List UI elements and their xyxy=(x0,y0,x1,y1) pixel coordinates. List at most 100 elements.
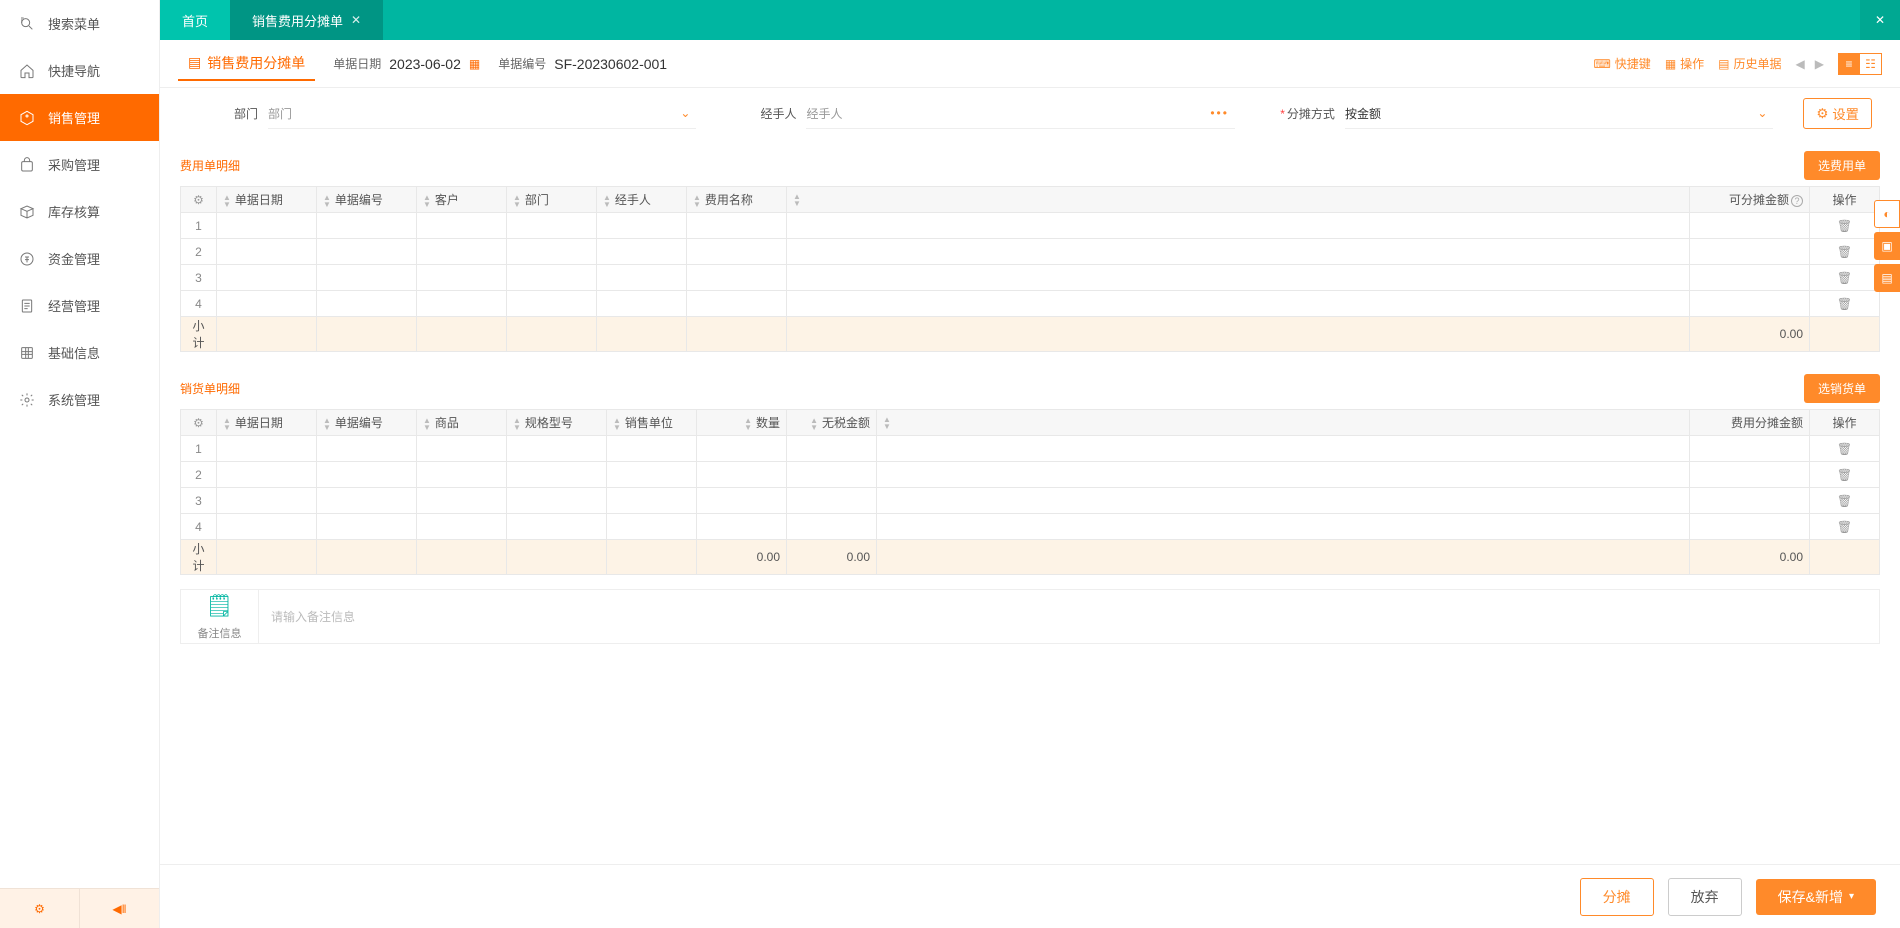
sort-icon: ▲▼ xyxy=(744,417,752,431)
table-row[interactable]: 3🗑 xyxy=(181,265,1880,291)
save-new-button[interactable]: 保存&新增▾ xyxy=(1756,879,1876,915)
ops-link[interactable]: ▦操作 xyxy=(1665,55,1704,72)
delete-row-button[interactable]: 🗑 xyxy=(1810,213,1880,239)
remark-input[interactable]: 请输入备注信息 xyxy=(259,590,1879,643)
delete-row-button[interactable]: 🗑 xyxy=(1810,436,1880,462)
collapse-icon: ◀‖ xyxy=(112,902,126,916)
gear-icon: ⚙ xyxy=(34,902,45,916)
col-feename[interactable]: ▲▼费用名称 xyxy=(687,187,787,213)
sidebar-collapse-button[interactable]: ◀‖ xyxy=(79,889,159,928)
sidebar-item-label: 库存核算 xyxy=(48,202,100,221)
sort-icon: ▲▼ xyxy=(793,193,801,207)
method-field[interactable]: *分摊方式 按金额⌄ xyxy=(1265,99,1773,129)
dock-item-1[interactable]: ◐ xyxy=(1874,200,1900,228)
nav-prev-button[interactable]: ◀ xyxy=(1796,57,1805,71)
sales-section: 销货单明细 选销货单 ⚙ ▲▼单据日期 ▲▼单据编号 ▲▼商品 ▲▼规格型号 ▲… xyxy=(160,366,1900,575)
history-link[interactable]: ▤历史单据 xyxy=(1718,55,1781,72)
col-dept[interactable]: ▲▼部门 xyxy=(507,187,597,213)
view-list-button[interactable]: ≡ xyxy=(1838,53,1860,75)
discard-button[interactable]: 放弃 xyxy=(1668,878,1742,916)
side-dock: ◐ ▣ ▤ xyxy=(1874,200,1900,292)
select-fee-button[interactable]: 选费用单 xyxy=(1804,151,1880,180)
hotkey-link[interactable]: ⌨快捷键 xyxy=(1593,55,1650,72)
col-no[interactable]: ▲▼单据编号 xyxy=(317,187,417,213)
chevron-down-icon: ⌄ xyxy=(680,106,690,120)
sidebar-item-quicknav[interactable]: 快捷导航 xyxy=(0,47,159,94)
delete-row-button[interactable]: 🗑 xyxy=(1810,239,1880,265)
gear-icon[interactable]: ⚙ xyxy=(181,187,217,213)
tabbar-close-button[interactable]: ✕ xyxy=(1860,0,1900,40)
sort-icon: ▲▼ xyxy=(513,417,521,431)
col-date[interactable]: ▲▼单据日期 xyxy=(217,410,317,436)
table-row[interactable]: 3🗑 xyxy=(181,488,1880,514)
col-spec[interactable]: ▲▼规格型号 xyxy=(507,410,607,436)
col-product[interactable]: ▲▼商品 xyxy=(417,410,507,436)
field-value: 2023-06-02 xyxy=(389,56,461,72)
col-notax-amount[interactable]: ▲▼无税金额 xyxy=(787,410,877,436)
page-title: ▤ 销售费用分摊单 xyxy=(178,47,315,81)
table-row[interactable]: 2🗑 xyxy=(181,462,1880,488)
col-allocated-amount[interactable]: 费用分摊金额 xyxy=(1690,410,1810,436)
table-row[interactable]: 4🗑 xyxy=(181,514,1880,540)
close-icon[interactable]: ✕ xyxy=(351,13,361,27)
sales-section-title: 销货单明细 xyxy=(180,380,240,397)
sidebar-item-business[interactable]: 经营管理 xyxy=(0,282,159,329)
delete-row-button[interactable]: 🗑 xyxy=(1810,488,1880,514)
doc-date-field[interactable]: 单据日期 2023-06-02 ▦ xyxy=(333,55,480,72)
dock-item-2[interactable]: ▣ xyxy=(1874,232,1900,260)
sidebar-item-funds[interactable]: 资金管理 xyxy=(0,235,159,282)
sidebar-settings-button[interactable]: ⚙ xyxy=(0,889,79,928)
sidebar-item-inventory[interactable]: 库存核算 xyxy=(0,188,159,235)
delete-row-button[interactable]: 🗑 xyxy=(1810,514,1880,540)
col-qty[interactable]: ▲▼数量 xyxy=(697,410,787,436)
sort-icon: ▲▼ xyxy=(693,194,701,208)
help-icon[interactable]: ? xyxy=(1791,195,1803,207)
allocate-button[interactable]: 分摊 xyxy=(1580,878,1654,916)
sidebar-item-purchase[interactable]: 采购管理 xyxy=(0,141,159,188)
tab-home[interactable]: 首页 xyxy=(160,0,230,40)
chevron-down-icon: ⌄ xyxy=(1757,106,1767,120)
delete-row-button[interactable]: 🗑 xyxy=(1810,291,1880,317)
grid-icon: ▦ xyxy=(1665,57,1676,71)
sidebar-item-sales[interactable]: 销售管理 xyxy=(0,94,159,141)
col-no[interactable]: ▲▼单据编号 xyxy=(317,410,417,436)
col-date[interactable]: ▲▼单据日期 xyxy=(217,187,317,213)
view-detail-button[interactable]: ☷ xyxy=(1860,53,1882,75)
tab-current[interactable]: 销售费用分摊单 ✕ xyxy=(230,0,383,40)
note-icon: 🗒 xyxy=(206,593,234,619)
table-row[interactable]: 2🗑 xyxy=(181,239,1880,265)
sidebar-item-search[interactable]: 搜索菜单 xyxy=(0,0,159,47)
dept-field[interactable]: 部门 部门⌄ xyxy=(188,99,696,129)
main: 首页 销售费用分摊单 ✕ ✕ ▤ 销售费用分摊单 单据日期 2023-06-02… xyxy=(160,0,1900,928)
sidebar-item-label: 系统管理 xyxy=(48,390,100,409)
remark-panel: 🗒 备注信息 请输入备注信息 xyxy=(180,589,1880,644)
col-handler[interactable]: ▲▼经手人 xyxy=(597,187,687,213)
sidebar-item-system[interactable]: 系统管理 xyxy=(0,376,159,423)
delete-row-button[interactable]: 🗑 xyxy=(1810,265,1880,291)
field-value: SF-20230602-001 xyxy=(554,56,667,72)
settings-button[interactable]: ⚙设置 xyxy=(1803,98,1872,129)
calendar-icon[interactable]: ▦ xyxy=(469,57,480,71)
bag-icon xyxy=(18,156,36,174)
field-label: 单据日期 xyxy=(333,55,381,72)
col-unit[interactable]: ▲▼销售单位 xyxy=(607,410,697,436)
gear-icon[interactable]: ⚙ xyxy=(181,410,217,436)
sidebar-item-label: 搜索菜单 xyxy=(48,14,100,33)
sidebar-item-label: 快捷导航 xyxy=(48,61,100,80)
sort-icon: ▲▼ xyxy=(323,417,331,431)
dock-item-3[interactable]: ▤ xyxy=(1874,264,1900,292)
table-row[interactable]: 1🗑 xyxy=(181,436,1880,462)
footer: 分摊 放弃 保存&新增▾ xyxy=(160,864,1900,928)
coin-icon xyxy=(18,250,36,268)
sort-icon: ▲▼ xyxy=(223,417,231,431)
table-row[interactable]: 1🗑 xyxy=(181,213,1880,239)
table-row[interactable]: 4🗑 xyxy=(181,291,1880,317)
sidebar-item-basic[interactable]: 基础信息 xyxy=(0,329,159,376)
select-sales-button[interactable]: 选销货单 xyxy=(1804,374,1880,403)
grid-icon xyxy=(18,344,36,362)
handler-field[interactable]: 经手人 经手人••• xyxy=(726,99,1234,129)
delete-row-button[interactable]: 🗑 xyxy=(1810,462,1880,488)
col-customer[interactable]: ▲▼客户 xyxy=(417,187,507,213)
col-allocatable-amount[interactable]: 可分摊金额? xyxy=(1690,187,1810,213)
nav-next-button[interactable]: ▶ xyxy=(1815,57,1824,71)
